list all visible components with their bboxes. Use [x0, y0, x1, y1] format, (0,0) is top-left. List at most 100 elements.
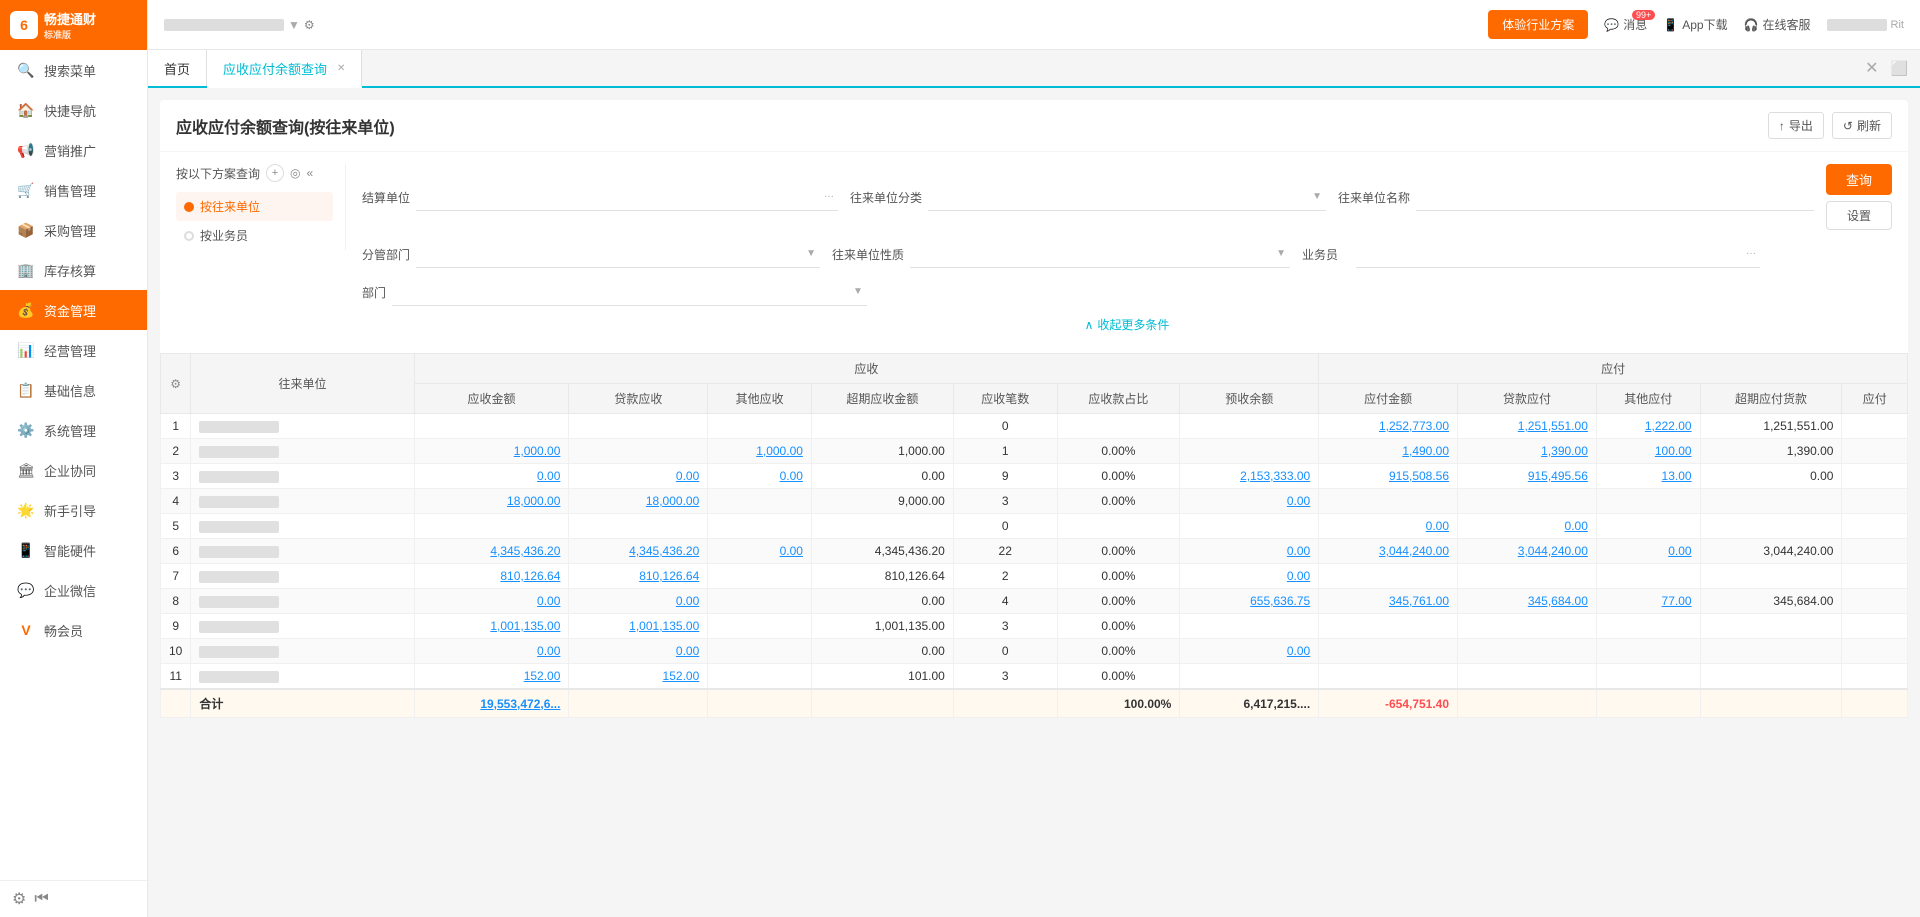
row-ap-loan[interactable] [1458, 664, 1597, 690]
row-ar-other[interactable] [708, 664, 812, 690]
row-ap-other[interactable]: 100.00 [1596, 439, 1700, 464]
sidebar-item-hardware[interactable]: 📱 智能硬件 [0, 530, 147, 570]
row-ap-loan[interactable]: 3,044,240.00 [1458, 539, 1597, 564]
app-download-btn[interactable]: 📱 App下载 [1663, 16, 1727, 33]
dept-manager-select[interactable]: ▼ [416, 240, 820, 268]
row-ar-amount[interactable]: 0.00 [414, 639, 569, 664]
row-ar-loan[interactable]: 810,126.64 [569, 564, 708, 589]
sidebar-item-vip[interactable]: V 畅会员 [0, 610, 147, 650]
tab-home[interactable]: 首页 [148, 50, 207, 86]
row-ar-amount[interactable]: 152.00 [414, 664, 569, 690]
salesperson-input[interactable]: ··· [1356, 240, 1760, 268]
row-ar-other[interactable] [708, 414, 812, 439]
row-prepaid[interactable]: 655,636.75 [1180, 589, 1319, 614]
row-ap-loan[interactable]: 345,684.00 [1458, 589, 1597, 614]
row-prepaid[interactable] [1180, 439, 1319, 464]
customer-service-btn[interactable]: 🎧 在线客服 [1744, 16, 1811, 33]
sidebar-item-purchase[interactable]: 📦 采购管理 [0, 210, 147, 250]
settlement-unit-input[interactable]: ··· [416, 183, 838, 211]
settings-gear[interactable]: ⚙ [304, 18, 315, 32]
row-ap-loan[interactable]: 0.00 [1458, 514, 1597, 539]
tab-close-icon[interactable]: ✕ [337, 63, 345, 74]
row-ap-amount[interactable] [1319, 639, 1458, 664]
row-ar-amount[interactable]: 0.00 [414, 464, 569, 489]
row-ar-amount[interactable]: 0.00 [414, 589, 569, 614]
row-ar-loan[interactable] [569, 514, 708, 539]
tab-ar-ap[interactable]: 应收应付余额查询 ✕ [207, 50, 362, 88]
row-ap-amount[interactable] [1319, 489, 1458, 514]
sidebar-item-wechat[interactable]: 💬 企业微信 [0, 570, 147, 610]
row-ar-loan[interactable]: 18,000.00 [569, 489, 708, 514]
row-ap-amount[interactable]: 1,252,773.00 [1319, 414, 1458, 439]
row-ap-other[interactable] [1596, 614, 1700, 639]
row-ap-loan[interactable] [1458, 489, 1597, 514]
row-ar-other[interactable] [708, 589, 812, 614]
partner-nature-select[interactable]: ▼ [910, 240, 1290, 268]
row-ar-loan[interactable]: 1,001,135.00 [569, 614, 708, 639]
row-ap-amount[interactable]: 915,508.56 [1319, 464, 1458, 489]
row-ap-other[interactable]: 1,222.00 [1596, 414, 1700, 439]
sidebar-item-search-menu[interactable]: 🔍 搜索菜单 [0, 50, 147, 90]
row-ap-loan[interactable]: 915,495.56 [1458, 464, 1597, 489]
row-ar-amount[interactable]: 810,126.64 [414, 564, 569, 589]
row-ap-other[interactable]: 77.00 [1596, 589, 1700, 614]
partner-name-input[interactable] [1416, 183, 1814, 211]
filter-target-btn[interactable]: ◎ [290, 166, 300, 180]
row-ap-loan[interactable] [1458, 614, 1597, 639]
row-ap-loan[interactable]: 1,251,551.00 [1458, 414, 1597, 439]
row-ar-other[interactable] [708, 639, 812, 664]
row-ar-loan[interactable]: 0.00 [569, 639, 708, 664]
row-ap-amount[interactable] [1319, 564, 1458, 589]
sidebar-item-system[interactable]: ⚙️ 系统管理 [0, 410, 147, 450]
row-ar-other[interactable]: 0.00 [708, 539, 812, 564]
row-ar-amount[interactable] [414, 414, 569, 439]
dept-select[interactable]: ▼ [392, 278, 867, 306]
collapse-btn[interactable]: ∧ 收起更多条件 [1085, 316, 1170, 333]
sidebar-settings-icon[interactable]: ⚙ [12, 889, 26, 909]
row-prepaid[interactable]: 2,153,333.00 [1180, 464, 1319, 489]
row-ap-amount[interactable] [1319, 664, 1458, 690]
row-ap-loan[interactable] [1458, 564, 1597, 589]
breadcrumb-dropdown[interactable]: ▼ [288, 18, 300, 32]
refresh-btn[interactable]: ↺ 刷新 [1832, 112, 1892, 139]
row-ar-loan[interactable]: 0.00 [569, 464, 708, 489]
row-ap-other[interactable]: 13.00 [1596, 464, 1700, 489]
row-prepaid[interactable] [1180, 514, 1319, 539]
sidebar-item-marketing[interactable]: 📢 营销推广 [0, 130, 147, 170]
row-ar-other[interactable]: 0.00 [708, 464, 812, 489]
row-ap-other[interactable] [1596, 664, 1700, 690]
data-table-area[interactable]: ⚙ 往来单位 应收 应付 应收金额 贷款应收 其他应收 超期应收金额 应收笔数 [160, 353, 1908, 718]
partner-category-select[interactable]: ▼ [928, 183, 1326, 211]
row-ar-loan[interactable]: 0.00 [569, 589, 708, 614]
table-gear-icon[interactable]: ⚙ [170, 377, 181, 391]
row-ap-other[interactable] [1596, 639, 1700, 664]
messages-btn[interactable]: 💬 消息 99+ [1604, 16, 1647, 33]
row-ap-other[interactable]: 0.00 [1596, 539, 1700, 564]
row-ar-other[interactable] [708, 564, 812, 589]
row-ap-amount[interactable]: 1,490.00 [1319, 439, 1458, 464]
sidebar-collapse-icon[interactable]: ⏮ [34, 890, 48, 908]
row-ap-loan[interactable]: 1,390.00 [1458, 439, 1597, 464]
filter-add-btn[interactable]: + [266, 164, 284, 182]
row-prepaid[interactable] [1180, 664, 1319, 690]
row-ar-amount[interactable]: 18,000.00 [414, 489, 569, 514]
row-ap-other[interactable] [1596, 489, 1700, 514]
row-prepaid[interactable] [1180, 414, 1319, 439]
sidebar-item-inventory[interactable]: 🏢 库存核算 [0, 250, 147, 290]
row-ar-loan[interactable]: 4,345,436.20 [569, 539, 708, 564]
row-ar-amount[interactable]: 1,001,135.00 [414, 614, 569, 639]
sidebar-item-guide[interactable]: 🌟 新手引导 [0, 490, 147, 530]
row-ar-other[interactable]: 1,000.00 [708, 439, 812, 464]
user-menu[interactable]: Rit [1827, 19, 1904, 31]
row-ap-amount[interactable]: 3,044,240.00 [1319, 539, 1458, 564]
row-ap-amount[interactable] [1319, 614, 1458, 639]
row-ap-other[interactable] [1596, 564, 1700, 589]
industry-btn[interactable]: 体验行业方案 [1488, 10, 1588, 39]
row-ar-other[interactable] [708, 489, 812, 514]
query-btn[interactable]: 查询 [1826, 164, 1892, 195]
row-prepaid[interactable]: 0.00 [1180, 539, 1319, 564]
row-ar-loan[interactable] [569, 439, 708, 464]
filter-collapse-btn[interactable]: « [307, 166, 314, 180]
th-settings[interactable]: ⚙ [161, 354, 191, 414]
total-ar-amount[interactable]: 19,553,472,6... [414, 689, 569, 718]
